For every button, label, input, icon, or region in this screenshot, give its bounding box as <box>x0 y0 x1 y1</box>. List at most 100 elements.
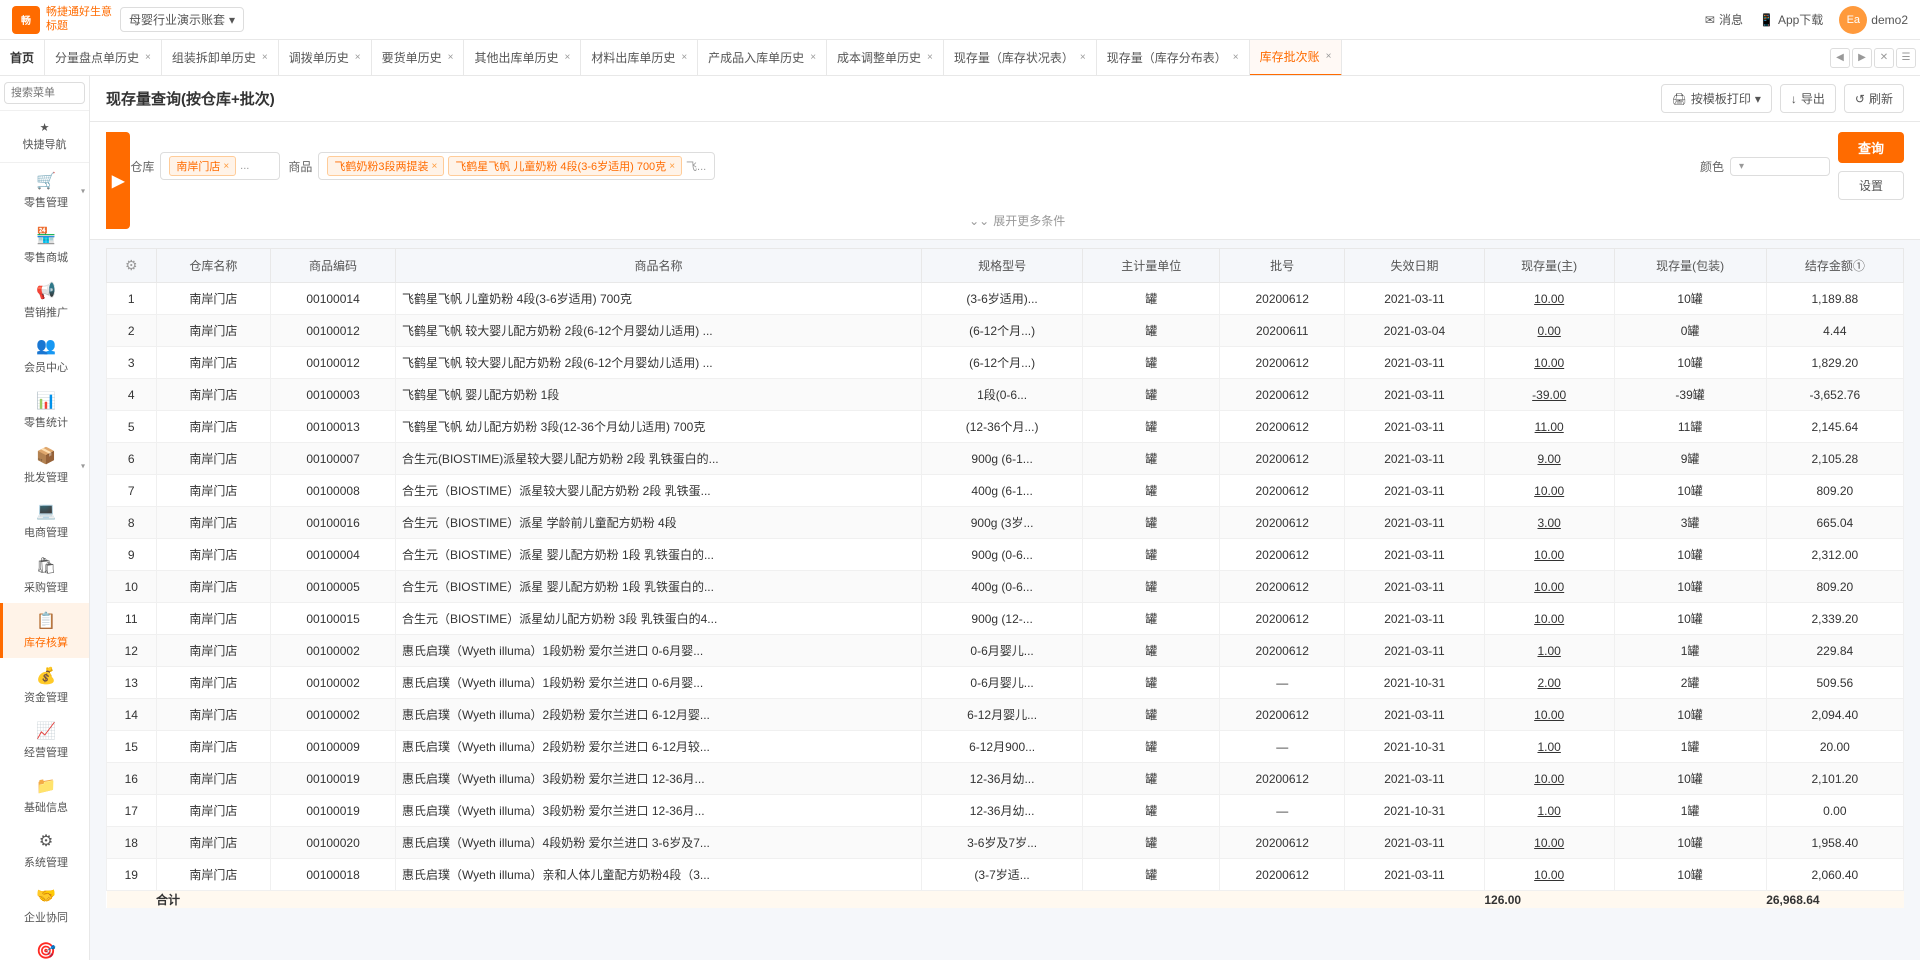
sidebar-item-新手引导[interactable]: 🎯新手引导 <box>0 933 89 960</box>
sidebar-item-零售商城[interactable]: 🏪零售商城 <box>0 218 89 273</box>
cell-qty-main[interactable]: 10.00 <box>1484 603 1614 635</box>
print-arrow-icon: ▾ <box>1755 92 1761 106</box>
search-input[interactable] <box>4 82 85 104</box>
product-tag-2-close-icon[interactable]: × <box>669 161 675 172</box>
tabs-next-button[interactable]: ▶ <box>1852 48 1872 68</box>
tab-close-icon-10[interactable]: × <box>1233 52 1239 63</box>
product-tag-1-close-icon[interactable]: × <box>431 161 437 172</box>
filter-expand-toggle[interactable]: ▶ <box>106 132 130 229</box>
tab-item-8[interactable]: 成本调整单历史× <box>827 40 944 76</box>
tab-item-2[interactable]: 组装拆卸单历史× <box>162 40 279 76</box>
tab-item-10[interactable]: 现存量（库存分布表）× <box>1097 40 1250 76</box>
tab-close-icon-6[interactable]: × <box>681 52 687 63</box>
tab-close-icon-4[interactable]: × <box>448 52 454 63</box>
tab-item-1[interactable]: 分量盘点单历史× <box>45 40 162 76</box>
tab-close-icon-2[interactable]: × <box>262 52 268 63</box>
tab-close-icon-7[interactable]: × <box>810 52 816 63</box>
menu-label-8: 库存核算 <box>24 634 68 650</box>
sidebar-item-电商管理[interactable]: 💻电商管理 <box>0 493 89 548</box>
cell-qty-main[interactable]: 1.00 <box>1484 795 1614 827</box>
cell-qty-main[interactable]: 3.00 <box>1484 507 1614 539</box>
warehouse-tag-close-icon[interactable]: × <box>223 161 229 172</box>
tab-item-0[interactable]: 首页 <box>0 40 45 76</box>
cell-qty-main[interactable]: 10.00 <box>1484 699 1614 731</box>
cell-qty-main[interactable]: 2.00 <box>1484 667 1614 699</box>
cell-qty-main[interactable]: 9.00 <box>1484 443 1614 475</box>
color-tag-box[interactable]: ▾ <box>1730 157 1830 176</box>
tab-item-4[interactable]: 要货单历史× <box>372 40 465 76</box>
tab-item-3[interactable]: 调拨单历史× <box>279 40 372 76</box>
sidebar-item-会员中心[interactable]: 👥会员中心 <box>0 328 89 383</box>
cell-qty-main[interactable]: 10.00 <box>1484 827 1614 859</box>
tab-close-icon-3[interactable]: × <box>355 52 361 63</box>
cell-qty-main[interactable]: 10.00 <box>1484 347 1614 379</box>
tab-close-icon-11[interactable]: × <box>1326 51 1332 62</box>
cell-qty-main[interactable]: 10.00 <box>1484 283 1614 315</box>
query-button[interactable]: 查询 <box>1838 132 1904 163</box>
cell-qty-main[interactable]: 10.00 <box>1484 539 1614 571</box>
sidebar-item-批发管理[interactable]: 📦批发管理▾ <box>0 438 89 493</box>
cell-qty-pkg: 10罐 <box>1614 827 1766 859</box>
cell-qty-pkg: 10罐 <box>1614 763 1766 795</box>
cell-qty-main[interactable]: 0.00 <box>1484 315 1614 347</box>
table-row: 4 南岸门店 00100003 飞鹤星飞帆 婴儿配方奶粉 1段 1段(0-6..… <box>107 379 1904 411</box>
cell-batch: 20200612 <box>1220 507 1345 539</box>
sidebar-item-资金管理[interactable]: 💰资金管理 <box>0 658 89 713</box>
tab-item-11[interactable]: 库存批次账× <box>1250 40 1343 76</box>
cell-qty-main[interactable]: 1.00 <box>1484 731 1614 763</box>
cell-qty-main[interactable]: 1.00 <box>1484 635 1614 667</box>
setting-button[interactable]: 设置 <box>1838 171 1904 200</box>
workspace-selector[interactable]: 母婴行业演示账套 ▾ <box>120 7 244 32</box>
sidebar-item-零售管理[interactable]: 🛒零售管理▾ <box>0 163 89 218</box>
user-menu[interactable]: Ea demo2 <box>1839 6 1908 34</box>
print-button[interactable]: 🖨 按模板打印 ▾ <box>1661 84 1772 113</box>
cell-qty-main[interactable]: 10.00 <box>1484 571 1614 603</box>
sidebar-item-库存核算[interactable]: 📋库存核算 <box>0 603 89 658</box>
sidebar-item-基础信息[interactable]: 📁基础信息 <box>0 768 89 823</box>
sidebar-item-营销推广[interactable]: 📢营销推广 <box>0 273 89 328</box>
settings-icon[interactable]: ⚙ <box>125 257 138 273</box>
col-qty-pkg: 现存量(包装) <box>1614 249 1766 283</box>
col-settings[interactable]: ⚙ <box>107 249 157 283</box>
cell-name: 合生元（BIOSTIME）派星幼儿配方奶粉 3段 乳铁蛋白的4... <box>395 603 921 635</box>
cell-amount: 1,829.20 <box>1766 347 1903 379</box>
cell-expire: 2021-03-11 <box>1345 475 1485 507</box>
sidebar-item-企业协同[interactable]: 🤝企业协同 <box>0 878 89 933</box>
message-button[interactable]: ✉ 消息 <box>1705 11 1743 28</box>
cell-qty-main[interactable]: 10.00 <box>1484 763 1614 795</box>
refresh-icon: ↺ <box>1855 92 1865 106</box>
expand-more-conditions[interactable]: ⌄⌄ 展开更多条件 <box>130 206 1904 229</box>
tab-item-7[interactable]: 产成品入库单历史× <box>698 40 827 76</box>
cell-qty-main[interactable]: 11.00 <box>1484 411 1614 443</box>
cell-spec: 12-36月幼... <box>922 795 1083 827</box>
sidebar-item-系统管理[interactable]: ⚙系统管理 <box>0 823 89 878</box>
tab-close-icon-8[interactable]: × <box>927 52 933 63</box>
cell-qty-main[interactable]: -39.00 <box>1484 379 1614 411</box>
sidebar-item-quick-nav[interactable]: ★ 快捷导航 <box>0 115 89 158</box>
tab-close-icon-9[interactable]: × <box>1080 52 1086 63</box>
cell-amount: 665.04 <box>1766 507 1903 539</box>
sidebar-item-零售统计[interactable]: 📊零售统计 <box>0 383 89 438</box>
cell-qty-main[interactable]: 10.00 <box>1484 859 1614 891</box>
cell-qty-main[interactable]: 10.00 <box>1484 475 1614 507</box>
refresh-button[interactable]: ↺ 刷新 <box>1844 84 1904 113</box>
tabs-prev-button[interactable]: ◀ <box>1830 48 1850 68</box>
cell-qty-pkg: 10罐 <box>1614 539 1766 571</box>
cell-no: 5 <box>107 411 157 443</box>
export-button[interactable]: ↓ 导出 <box>1780 84 1836 113</box>
cell-name: 合生元（BIOSTIME）派星 婴儿配方奶粉 1段 乳铁蛋白的... <box>395 539 921 571</box>
tab-close-icon-5[interactable]: × <box>564 52 570 63</box>
cell-unit: 罐 <box>1083 539 1220 571</box>
table-row: 7 南岸门店 00100008 合生元（BIOSTIME）派星较大婴儿配方奶粉 … <box>107 475 1904 507</box>
tab-item-9[interactable]: 现存量（库存状况表）× <box>944 40 1097 76</box>
product-tag-box[interactable]: 飞鹤奶粉3段两提装 × 飞鹤星飞帆 儿童奶粉 4段(3-6岁适用) 700克 ×… <box>318 152 715 180</box>
tabs-menu-button[interactable]: ☰ <box>1896 48 1916 68</box>
sidebar-item-经营管理[interactable]: 📈经营管理 <box>0 713 89 768</box>
tab-item-5[interactable]: 其他出库单历史× <box>464 40 581 76</box>
tab-close-icon-1[interactable]: × <box>145 52 151 63</box>
app-download-button[interactable]: 📱 App下载 <box>1759 11 1823 28</box>
tabs-close-button[interactable]: ✕ <box>1874 48 1894 68</box>
sidebar-item-采购管理[interactable]: 🛍采购管理 <box>0 548 89 603</box>
tab-item-6[interactable]: 材料出库单历史× <box>581 40 698 76</box>
warehouse-tag-box[interactable]: 南岸门店 × ... <box>160 152 280 180</box>
